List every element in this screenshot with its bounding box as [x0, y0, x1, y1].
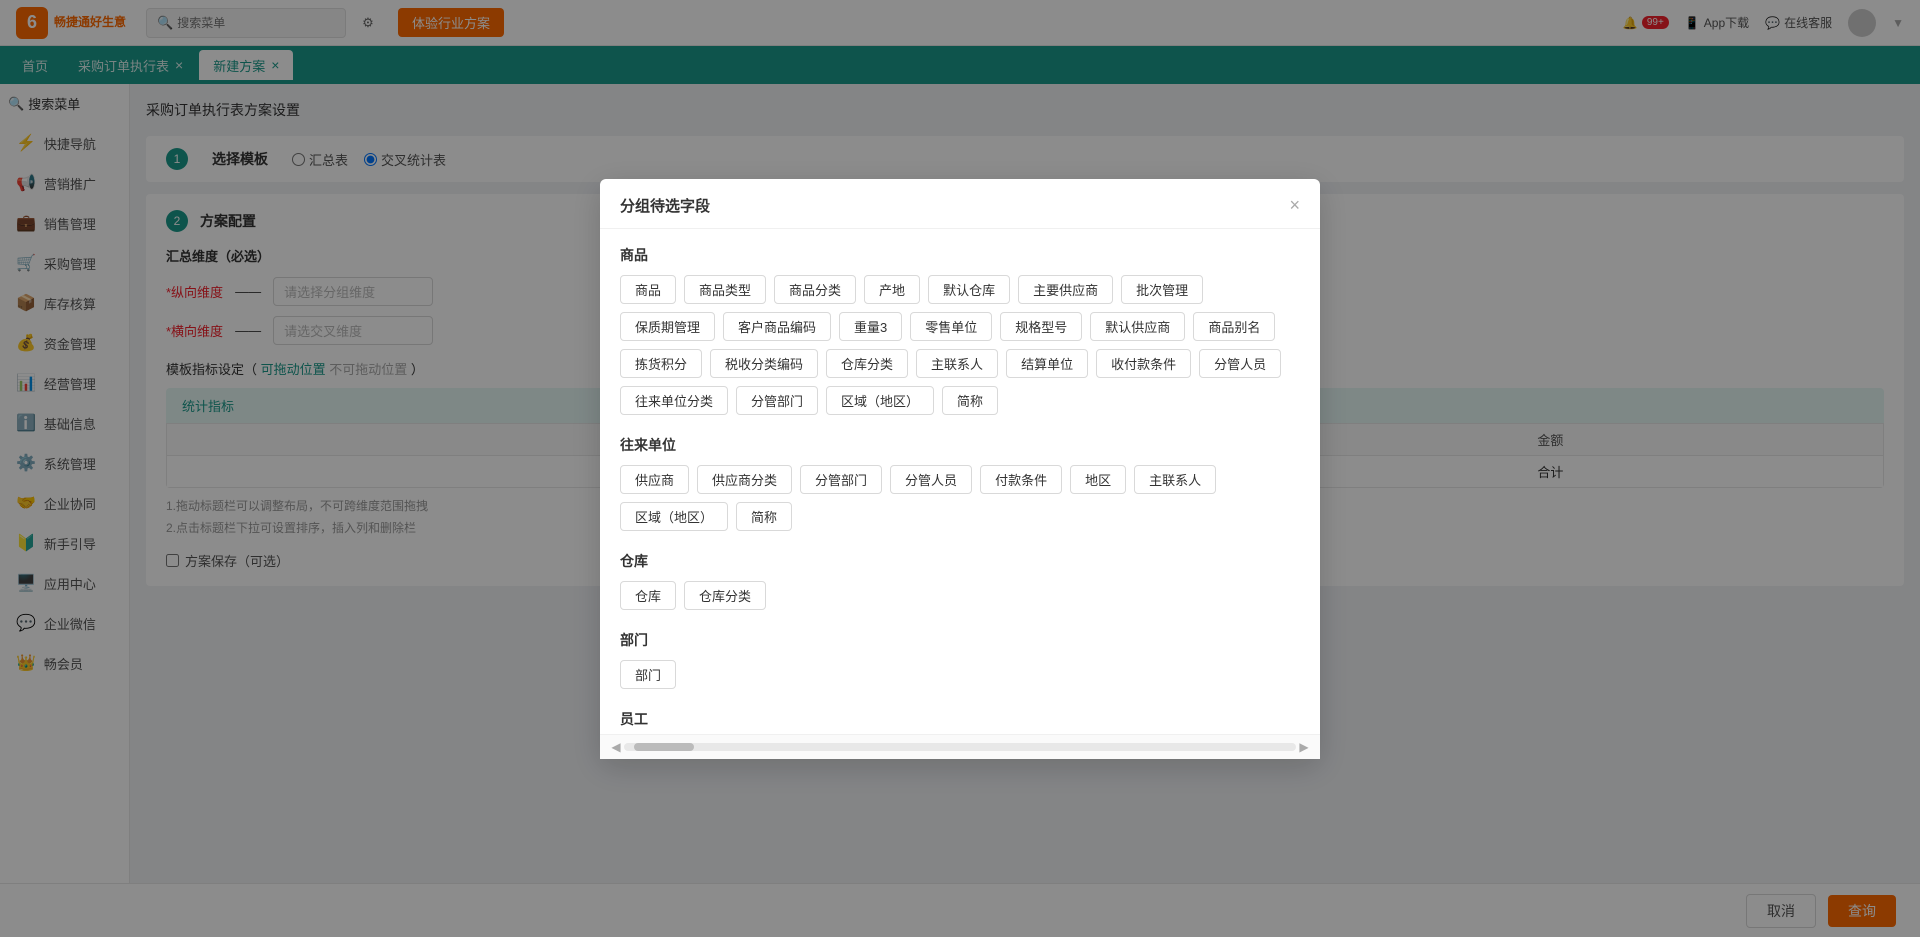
field-tags-warehouse: 仓库 仓库分类 — [620, 581, 1300, 610]
field-tag[interactable]: 地区 — [1070, 465, 1126, 494]
field-group-goods: 商品 商品 商品类型 商品分类 产地 默认仓库 主要供应商 批次管理 保质期管理… — [620, 245, 1300, 415]
hscroll-left-icon[interactable]: ◀ — [608, 739, 624, 755]
field-tag[interactable]: 仓库 — [620, 581, 676, 610]
field-tag[interactable]: 仓库分类 — [826, 349, 908, 378]
field-tag[interactable]: 批次管理 — [1121, 275, 1203, 304]
field-tag[interactable]: 分管人员 — [1199, 349, 1281, 378]
field-tag[interactable]: 商品类型 — [684, 275, 766, 304]
field-tags-goods: 商品 商品类型 商品分类 产地 默认仓库 主要供应商 批次管理 保质期管理 客户… — [620, 275, 1300, 415]
field-tag[interactable]: 税收分类编码 — [710, 349, 818, 378]
field-tag[interactable]: 分管部门 — [800, 465, 882, 494]
hscroll-track — [624, 743, 1296, 751]
modal-hscroll: ◀ ▶ — [600, 734, 1320, 759]
field-group-partner: 往来单位 供应商 供应商分类 分管部门 分管人员 付款条件 地区 主联系人 区域… — [620, 435, 1300, 531]
field-tags-department: 部门 — [620, 660, 1300, 689]
field-tag[interactable]: 默认仓库 — [928, 275, 1010, 304]
field-group-warehouse: 仓库 仓库 仓库分类 — [620, 551, 1300, 610]
field-tag[interactable]: 客户商品编码 — [723, 312, 831, 341]
field-tag[interactable]: 付款条件 — [980, 465, 1062, 494]
modal-title: 分组待选字段 — [620, 195, 710, 216]
field-tags-partner: 供应商 供应商分类 分管部门 分管人员 付款条件 地区 主联系人 区域（地区） … — [620, 465, 1300, 531]
modal: 分组待选字段 × 商品 商品 商品类型 商品分类 产地 默认仓库 主要供应商 批… — [600, 179, 1320, 759]
field-tag[interactable]: 简称 — [736, 502, 792, 531]
field-group-goods-title: 商品 — [620, 245, 1300, 265]
field-tag[interactable]: 产地 — [864, 275, 920, 304]
field-tag[interactable]: 部门 — [620, 660, 676, 689]
field-group-department-title: 部门 — [620, 630, 1300, 650]
field-tag[interactable]: 主联系人 — [1134, 465, 1216, 494]
field-tag[interactable]: 区域（地区） — [826, 386, 934, 415]
field-tag[interactable]: 区域（地区） — [620, 502, 728, 531]
field-tag[interactable]: 主要供应商 — [1018, 275, 1113, 304]
field-tag[interactable]: 商品分类 — [774, 275, 856, 304]
field-tag[interactable]: 供应商分类 — [697, 465, 792, 494]
field-tag[interactable]: 重量3 — [839, 312, 902, 341]
modal-overlay: 分组待选字段 × 商品 商品 商品类型 商品分类 产地 默认仓库 主要供应商 批… — [0, 0, 1920, 937]
field-tag[interactable]: 往来单位分类 — [620, 386, 728, 415]
field-group-warehouse-title: 仓库 — [620, 551, 1300, 571]
hscroll-thumb[interactable] — [634, 743, 694, 751]
modal-close-icon[interactable]: × — [1289, 195, 1300, 216]
field-tag[interactable]: 收付款条件 — [1096, 349, 1191, 378]
modal-header: 分组待选字段 × — [600, 179, 1320, 229]
field-tag[interactable]: 保质期管理 — [620, 312, 715, 341]
field-group-employee: 员工 业务员 — [620, 709, 1300, 734]
field-group-employee-title: 员工 — [620, 709, 1300, 729]
field-tag[interactable]: 简称 — [942, 386, 998, 415]
field-tag[interactable]: 结算单位 — [1006, 349, 1088, 378]
field-tag[interactable]: 分管部门 — [736, 386, 818, 415]
field-tag[interactable]: 商品 — [620, 275, 676, 304]
field-tag[interactable]: 分管人员 — [890, 465, 972, 494]
field-group-partner-title: 往来单位 — [620, 435, 1300, 455]
field-tag[interactable]: 零售单位 — [910, 312, 992, 341]
field-tag[interactable]: 规格型号 — [1000, 312, 1082, 341]
field-tag[interactable]: 供应商 — [620, 465, 689, 494]
field-tag[interactable]: 商品别名 — [1193, 312, 1275, 341]
field-group-department: 部门 部门 — [620, 630, 1300, 689]
modal-body: 商品 商品 商品类型 商品分类 产地 默认仓库 主要供应商 批次管理 保质期管理… — [600, 229, 1320, 734]
hscroll-right-icon[interactable]: ▶ — [1296, 739, 1312, 755]
field-tag[interactable]: 仓库分类 — [684, 581, 766, 610]
field-tag[interactable]: 主联系人 — [916, 349, 998, 378]
field-tag[interactable]: 拣货积分 — [620, 349, 702, 378]
field-tag[interactable]: 默认供应商 — [1090, 312, 1185, 341]
